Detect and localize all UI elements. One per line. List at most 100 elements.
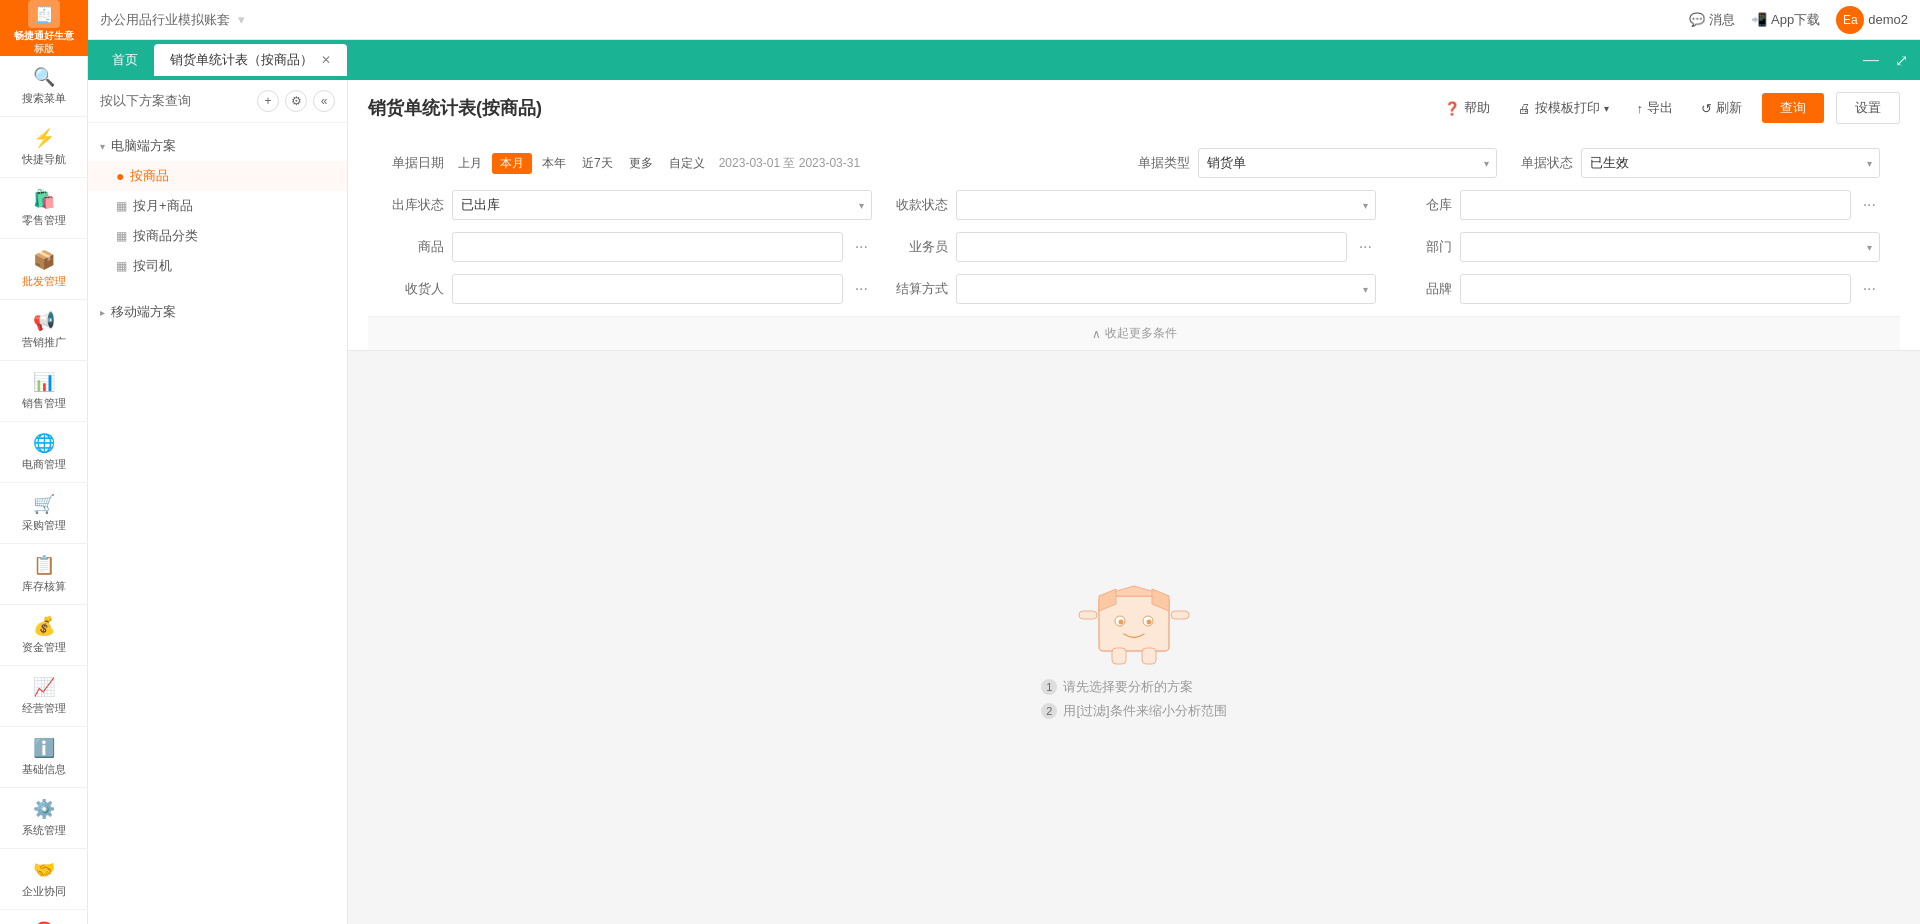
tree-child-by-category[interactable]: ▦ 按商品分类: [88, 221, 347, 251]
sidebar-item-sales[interactable]: 📊 销售管理: [0, 361, 88, 422]
tree-active-icon: ●: [116, 168, 124, 184]
date-btn-more[interactable]: 更多: [623, 153, 659, 174]
dept-label: 部门: [1396, 238, 1452, 256]
sidebar-item-inventory[interactable]: 📋 库存核算: [0, 544, 88, 605]
print-btn[interactable]: 🖨 按模板打印 ▾: [1510, 95, 1617, 121]
recv-label: 收款状态: [892, 196, 948, 214]
empty-tip-2: 2 用[过滤]条件来缩小分析范围: [1041, 702, 1226, 720]
date-btn-last-month[interactable]: 上月: [452, 153, 488, 174]
svg-rect-9: [1171, 611, 1189, 619]
logo-icon: 🧾: [28, 0, 60, 28]
sidebar-item-enterprise[interactable]: 🤝 企业协同: [0, 849, 88, 910]
filter-group-date: 单据日期 上月 本月 本年 近7天 更多 自定义 2023-03-01 至 20…: [388, 153, 1114, 174]
svg-point-7: [1147, 619, 1152, 624]
receiver-input[interactable]: [452, 274, 843, 304]
collapse-panel-btn[interactable]: «: [313, 90, 335, 112]
message-label: 消息: [1709, 11, 1735, 29]
sidebar-item-label: 营销推广: [22, 335, 66, 350]
status-select[interactable]: [1581, 148, 1880, 178]
wholesale-icon: 📦: [33, 249, 55, 271]
tree-child-by-warehouse[interactable]: ▦ 按司机: [88, 251, 347, 281]
salesman-input[interactable]: [956, 232, 1347, 262]
add-scheme-btn[interactable]: +: [257, 90, 279, 112]
warehouse-dots-icon[interactable]: ···: [1859, 196, 1880, 214]
help-btn[interactable]: ❓ 帮助: [1436, 95, 1498, 121]
payment-label: 结算方式: [892, 280, 948, 298]
type-select-wrapper: ▾: [1198, 148, 1497, 178]
system-icon: ⚙️: [33, 798, 55, 820]
out-select[interactable]: [452, 190, 872, 220]
sidebar-item-retail[interactable]: 🛍️ 零售管理: [0, 178, 88, 239]
empty-illustration: [1074, 556, 1194, 666]
tree-child-label: 按月+商品: [133, 197, 193, 215]
tab-home[interactable]: 首页: [96, 44, 154, 76]
goods-input[interactable]: [452, 232, 843, 262]
brand-dots-icon[interactable]: ···: [1859, 280, 1880, 298]
date-btn-this-year[interactable]: 本年: [536, 153, 572, 174]
sidebar-item-ecommerce[interactable]: 🌐 电商管理: [0, 422, 88, 483]
search-icon: 🔍: [33, 66, 55, 88]
tree-child-by-goods[interactable]: ● 按商品: [88, 161, 347, 191]
sidebar-item-label: 企业协同: [22, 884, 66, 899]
content-area: 按以下方案查询 + ⚙ « ▾ 电脑端方案: [88, 80, 1920, 924]
filter-group-receiver: 收货人 ···: [388, 274, 872, 304]
tree-mobile-label: 移动端方案: [111, 303, 176, 321]
dept-select[interactable]: [1460, 232, 1880, 262]
date-label: 单据日期: [388, 154, 444, 172]
sidebar-item-operation[interactable]: 📈 经营管理: [0, 666, 88, 727]
recv-select[interactable]: [956, 190, 1376, 220]
tab-expand-btn[interactable]: ⤢: [1891, 47, 1912, 74]
left-panel-title: 按以下方案查询: [100, 92, 191, 110]
sidebar-item-basic[interactable]: ℹ️ 基础信息: [0, 727, 88, 788]
header-right: 💬 消息 📲 App下载 Ea demo2: [1689, 6, 1908, 34]
sidebar-item-marketing[interactable]: 📢 营销推广: [0, 300, 88, 361]
tree-section-desktop: ▾ 电脑端方案 ● 按商品 ▦ 按月+商品 ▦ 按商品分类 ▦ 按司机: [88, 123, 347, 289]
tree-mobile-parent[interactable]: ▸ 移动端方案: [88, 297, 347, 327]
warehouse-input[interactable]: [1460, 190, 1851, 220]
collapse-bar[interactable]: ∧ 收起更多条件: [368, 316, 1900, 350]
refresh-btn[interactable]: ↺ 刷新: [1693, 95, 1750, 121]
tree-child-by-month-goods[interactable]: ▦ 按月+商品: [88, 191, 347, 221]
sidebar-item-finance[interactable]: 💰 资金管理: [0, 605, 88, 666]
sidebar-item-system[interactable]: ⚙️ 系统管理: [0, 788, 88, 849]
filter-row-4: 收货人 ··· 结算方式 ▾ 品牌: [388, 274, 1880, 304]
brand-input[interactable]: [1460, 274, 1851, 304]
export-btn[interactable]: ↑ 导出: [1629, 95, 1682, 121]
goods-dots-icon[interactable]: ···: [851, 238, 872, 256]
user-profile[interactable]: Ea demo2: [1836, 6, 1908, 34]
sidebar-item-purchase[interactable]: 🛒 采购管理: [0, 483, 88, 544]
date-btn-custom[interactable]: 自定义: [663, 153, 711, 174]
message-btn[interactable]: 💬 消息: [1689, 11, 1735, 29]
top-header: 办公用品行业模拟账套 ▾ 💬 消息 📲 App下载 Ea demo2: [88, 0, 1920, 40]
page-actions: ❓ 帮助 🖨 按模板打印 ▾ ↑ 导出 ↺: [1436, 92, 1901, 124]
collapse-up-icon: ∧: [1092, 327, 1101, 341]
type-select[interactable]: [1198, 148, 1497, 178]
download-icon: 📲: [1751, 12, 1767, 27]
refresh-label: 刷新: [1716, 99, 1742, 117]
filter-group-status: 单据状态 ▾: [1517, 148, 1880, 178]
payment-select[interactable]: [956, 274, 1376, 304]
tab-minimize-btn[interactable]: —: [1859, 47, 1883, 74]
refresh-icon: ↺: [1701, 101, 1712, 116]
page-title: 销货单统计表(按商品): [368, 96, 542, 120]
message-icon: 💬: [1689, 12, 1705, 27]
settings-scheme-btn[interactable]: ⚙: [285, 90, 307, 112]
sidebar-item-wholesale[interactable]: 📦 批发管理: [0, 239, 88, 300]
sidebar-item-newbie[interactable]: 🎯 新手引导: [0, 910, 88, 924]
tree-sub-icon-1: ▦: [116, 229, 127, 243]
tab-close-icon[interactable]: ✕: [321, 53, 331, 67]
sidebar-item-search[interactable]: 🔍 搜索菜单: [0, 56, 88, 117]
print-icon: 🖨: [1518, 101, 1531, 116]
tree-desktop-parent[interactable]: ▾ 电脑端方案: [88, 131, 347, 161]
app-download-btn[interactable]: 📲 App下载: [1751, 11, 1820, 29]
salesman-dots-icon[interactable]: ···: [1355, 238, 1376, 256]
sidebar-item-quick-nav[interactable]: ⚡ 快捷导航: [0, 117, 88, 178]
setting-btn[interactable]: 设置: [1836, 92, 1900, 124]
filter-group-salesman: 业务员 ···: [892, 232, 1376, 262]
receiver-dots-icon[interactable]: ···: [851, 280, 872, 298]
basic-icon: ℹ️: [33, 737, 55, 759]
query-btn[interactable]: 查询: [1762, 93, 1824, 123]
date-btn-7days[interactable]: 近7天: [576, 153, 619, 174]
tab-report[interactable]: 销货单统计表（按商品） ✕: [154, 44, 347, 76]
date-btn-this-month[interactable]: 本月: [492, 153, 532, 174]
